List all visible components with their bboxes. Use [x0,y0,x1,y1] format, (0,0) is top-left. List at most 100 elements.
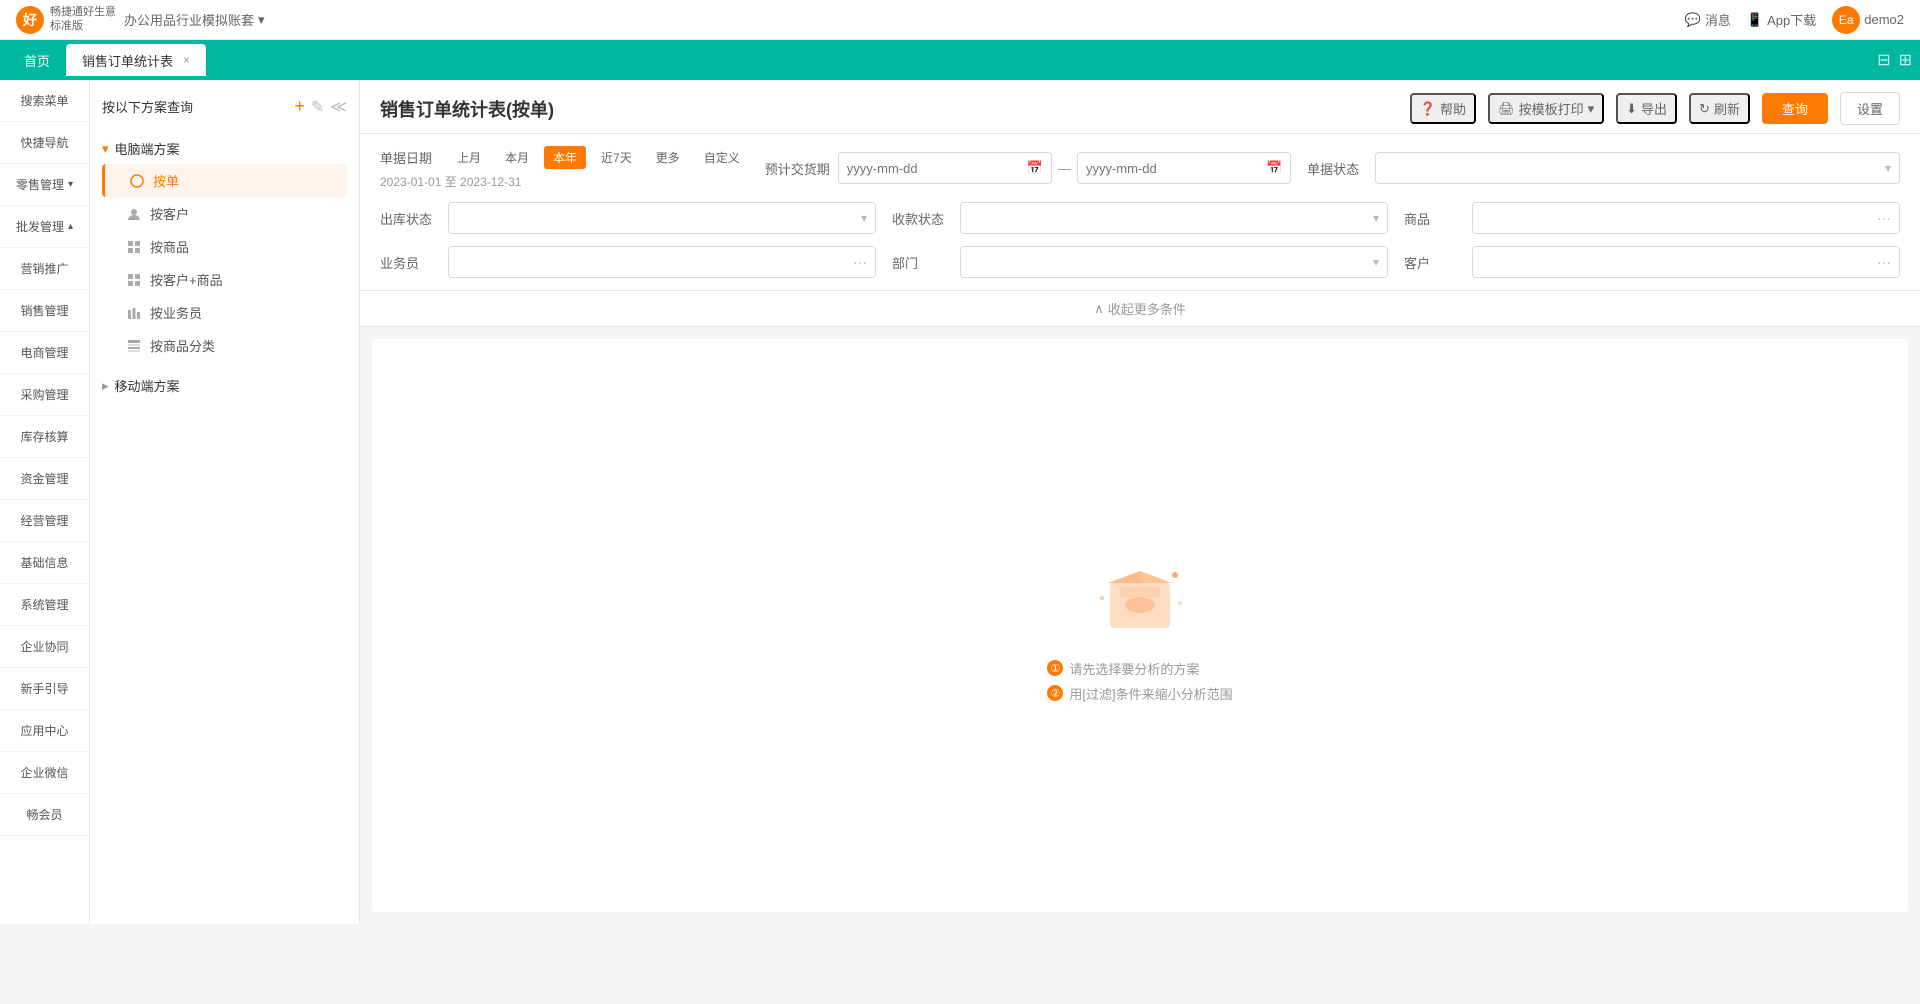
app-download-btn[interactable]: 📱 App下载 [1747,10,1816,29]
account-dropdown[interactable]: 办公用品行业模拟账套 ▾ [124,10,265,29]
tab-close-icon[interactable]: × [183,53,190,67]
sidebar-item-ecommerce[interactable]: 电商管理 [0,332,89,374]
bill-status-select[interactable]: ▾ [1375,152,1900,184]
customer-label: 客户 [1404,253,1464,272]
help-btn[interactable]: ❓ 帮助 [1410,93,1476,124]
sidebar-item-purchase[interactable]: 采购管理 [0,374,89,416]
bill-date-label: 单据日期 [380,148,440,167]
sidebar-item-retail[interactable]: 零售管理 ▾ [0,164,89,206]
goods-label: 商品 [1404,209,1464,228]
goods-text-input[interactable] [1483,211,1889,226]
sidebar-search[interactable]: 搜索菜单 [0,80,89,122]
sidebar-item-wholesale[interactable]: 批发管理 ▴ [0,206,89,248]
page-actions: ❓ 帮助 🖨 按模板打印 ▾ ⬇ 导出 ↻ [1410,92,1900,125]
sidebar-item-inventory[interactable]: 库存核算 [0,416,89,458]
user-area[interactable]: Ea demo2 [1832,6,1904,34]
delivery-date-range: 📅 — 📅 [838,152,1291,184]
sidebar-item-member[interactable]: 畅会员 [0,794,89,836]
top-bar-right: 💬 消息 📱 App下载 Ea demo2 [1685,6,1904,34]
grid2-icon [126,272,142,288]
goods-input[interactable]: ··· [1472,202,1900,234]
calendar-icon2: 📅 [1266,160,1282,176]
filter-ship-status: 出库状态 ▾ [380,202,876,234]
filter-area: 单据日期 上月 本月 本年 近7天 更多 自定义 2023 [360,134,1920,291]
dept-text-input[interactable] [971,255,1377,270]
export-icon: ⬇ [1626,101,1637,117]
left-panel-header: 按以下方案查询 + ✎ ≪ [90,90,359,123]
collapse-btn[interactable]: ∧ 收起更多条件 [1094,299,1186,318]
salesman-input[interactable]: ··· [448,246,876,278]
chevron-down-icon: ▾ [1885,161,1891,175]
edit-scheme-btn[interactable]: ✎ [311,97,324,117]
delivery-end-input[interactable] [1086,161,1262,176]
bar-chart-icon [126,305,142,321]
sidebar-item-basic[interactable]: 基础信息 [0,542,89,584]
scheme-item-by-customer[interactable]: 按客户 [102,197,347,230]
bill-status-label: 单据状态 [1307,159,1367,178]
salesman-label: 业务员 [380,253,440,272]
export-btn[interactable]: ⬇ 导出 [1616,93,1677,124]
add-scheme-btn[interactable]: + [294,96,305,117]
messages-btn[interactable]: 💬 消息 [1685,10,1731,29]
maximize-icon[interactable]: ⊞ [1899,50,1912,70]
ship-status-input[interactable] [459,211,865,226]
download-icon: 📱 [1747,12,1763,28]
ship-status-select[interactable]: ▾ [448,202,876,234]
chevron-down-icon: ▾ [102,141,109,157]
sidebar-item-management[interactable]: 经营管理 [0,500,89,542]
sidebar-item-system[interactable]: 系统管理 [0,584,89,626]
ellipsis-icon: ··· [1877,210,1891,226]
content-area: 按以下方案查询 + ✎ ≪ ▾ 电脑端方案 [90,80,1920,924]
date-btn-more[interactable]: 更多 [647,146,689,169]
sidebar-item-sales[interactable]: 销售管理 [0,290,89,332]
sidebar-item-finance[interactable]: 资金管理 [0,458,89,500]
refresh-btn[interactable]: ↻ 刷新 [1689,93,1750,124]
salesman-text-input[interactable] [459,255,865,270]
pay-status-input[interactable] [971,211,1377,226]
scheme-category-pc-title[interactable]: ▾ 电脑端方案 [102,133,347,164]
scheme-category-mobile-title[interactable]: ▸ 移动端方案 [102,370,347,401]
print-btn[interactable]: 🖨 按模板打印 ▾ [1488,93,1604,124]
sidebar-item-apps[interactable]: 应用中心 [0,710,89,752]
delivery-date-end[interactable]: 📅 [1077,152,1291,184]
dept-select[interactable]: ▾ [960,246,1388,278]
sidebar-item-guide[interactable]: 新手引导 [0,668,89,710]
sidebar-item-enterprise[interactable]: 企业协同 [0,626,89,668]
sidebar-quick-nav[interactable]: 快捷导航 [0,122,89,164]
chevron-down-icon: ▾ [1373,255,1379,269]
scheme-item-by-bill[interactable]: 按单 [102,164,347,197]
scheme-item-by-customer-goods[interactable]: 按客户+商品 [102,263,347,296]
delivery-start-input[interactable] [847,161,1023,176]
settings-btn[interactable]: 设置 [1840,92,1900,125]
scheme-item-by-goods-category[interactable]: 按商品分类 [102,329,347,362]
date-btn-this-year[interactable]: 本年 [544,146,586,169]
date-btn-custom[interactable]: 自定义 [695,146,749,169]
date-btn-last-month[interactable]: 上月 [448,146,490,169]
ellipsis-icon2: ··· [853,254,867,270]
help-icon: ❓ [1420,101,1436,117]
scheme-item-by-salesman[interactable]: 按业务员 [102,296,347,329]
customer-input[interactable]: ··· [1472,246,1900,278]
sidebar-item-marketing[interactable]: 营销推广 [0,248,89,290]
sidebar-item-wechat[interactable]: 企业微信 [0,752,89,794]
hint1-num: ① [1047,660,1063,676]
page-header: 销售订单统计表(按单) ❓ 帮助 🖨 按模板打印 ▾ ⬇ [360,80,1920,134]
minimize-icon[interactable]: ⊟ [1877,50,1890,70]
scheme-item-by-goods[interactable]: 按商品 [102,230,347,263]
pay-status-select[interactable]: ▾ [960,202,1388,234]
scheme-category-pc: ▾ 电脑端方案 按单 按客户 [90,129,359,366]
collapse-panel-btn[interactable]: ≪ [330,97,347,117]
delivery-date-start[interactable]: 📅 [838,152,1052,184]
bill-status-input[interactable] [1386,161,1889,176]
table-icon [126,338,142,354]
tab-home[interactable]: 首页 [8,44,66,76]
avatar: Ea [1832,6,1860,34]
ship-status-label: 出库状态 [380,209,440,228]
tab-sales-statistics[interactable]: 销售订单统计表 × [66,44,206,76]
left-panel: 按以下方案查询 + ✎ ≪ ▾ 电脑端方案 [90,80,360,924]
date-btn-this-month[interactable]: 本月 [496,146,538,169]
customer-text-input[interactable] [1483,255,1889,270]
main-layout: 搜索菜单 快捷导航 零售管理 ▾ 批发管理 ▴ 营销推广 销售管理 电商管理 采… [0,80,1920,924]
date-btn-7days[interactable]: 近7天 [592,146,641,169]
search-btn[interactable]: 查询 [1762,93,1828,124]
